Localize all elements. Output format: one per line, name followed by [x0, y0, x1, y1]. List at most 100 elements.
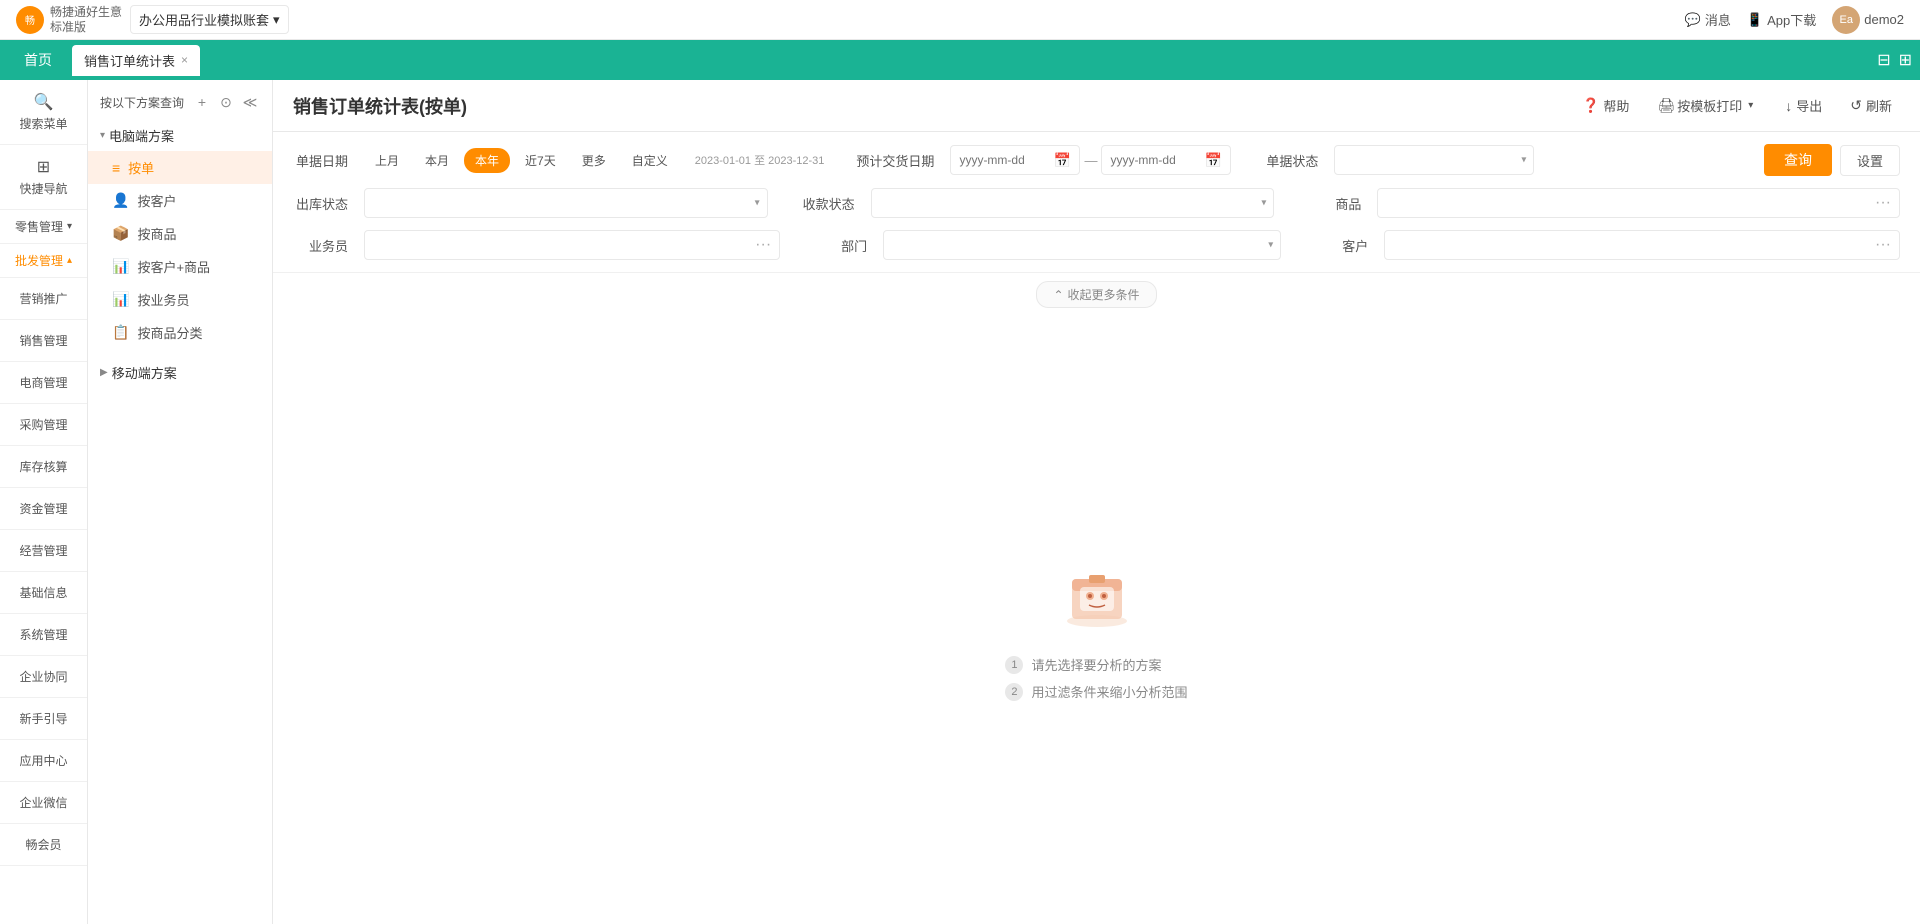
sidebar-item-wechat[interactable]: 企业微信	[0, 782, 87, 824]
tab-close-icon[interactable]: ×	[181, 53, 188, 67]
filter-row-3: 业务员 ··· 部门 ▾ 客户 ···	[293, 230, 1900, 260]
collapse-more-button[interactable]: ⌃ 收起更多条件	[1036, 281, 1156, 308]
sidebar-label-member: 畅会员	[25, 836, 61, 853]
date-btn-more[interactable]: 更多	[571, 148, 617, 173]
scheme-item-by-cust-prod[interactable]: 📊 按客户+商品	[88, 250, 272, 283]
refresh-button[interactable]: ↺ 刷新	[1842, 92, 1900, 119]
sidebar-item-inventory[interactable]: 库存核算	[0, 446, 87, 488]
calendar-start-icon[interactable]: 📅	[1053, 152, 1070, 169]
mobile-scheme-group: ▶ 移动端方案	[88, 353, 272, 392]
add-scheme-button[interactable]: +	[192, 92, 212, 112]
by-salesperson-icon: 📊	[112, 291, 129, 308]
filter-area: 单据日期 上月 本月 本年 近7天 更多 自定义 2023-01-01 至 20…	[273, 132, 1920, 272]
date-btn-this-year[interactable]: 本年	[464, 148, 510, 173]
tab-collapse-icon[interactable]: ⊟	[1877, 50, 1890, 70]
print-dropdown-arrow-icon[interactable]: ▾	[1744, 96, 1757, 115]
collapse-panel-button[interactable]: ≪	[240, 92, 260, 112]
print-button[interactable]: 🖨 按模板打印 ▾	[1649, 92, 1765, 119]
content-area: 按以下方案查询 + ⊙ ≪ ▾ 电脑端方案 ≡ 按单 👤	[88, 80, 1920, 924]
date-btn-custom[interactable]: 自定义	[621, 148, 679, 173]
print-icon: 🖨	[1657, 97, 1675, 114]
workspace-selector[interactable]: 办公用品行业模拟账套 ▾	[130, 5, 289, 34]
goods-ellipsis-button[interactable]: ···	[1875, 194, 1891, 212]
hint-text-1: 请先选择要分析的方案	[1031, 655, 1161, 674]
date-label: 单据日期	[293, 151, 348, 170]
pc-group-label: 电脑端方案	[109, 126, 174, 145]
scheme-item-by-category[interactable]: 📋 按商品分类	[88, 316, 272, 349]
export-button[interactable]: ↓ 导出	[1777, 92, 1830, 119]
tab-home[interactable]: 首页	[8, 44, 68, 76]
pc-scheme-group: ▾ 电脑端方案 ≡ 按单 👤 按客户 📦 按商品 📊 按客户+商品	[88, 116, 272, 353]
salesperson-ellipsis-button[interactable]: ···	[755, 236, 771, 254]
sidebar-item-purchase[interactable]: 采购管理	[0, 404, 87, 446]
expected-date-end-box[interactable]: 📅	[1101, 145, 1231, 175]
page-title: 销售订单统计表(按单)	[293, 93, 467, 119]
settings-button[interactable]: 设置	[1840, 145, 1900, 176]
date-btn-last-7-days[interactable]: 近7天	[514, 148, 567, 173]
scheme-label-by-product: 按商品	[137, 224, 176, 243]
customer-ellipsis-button[interactable]: ···	[1875, 236, 1891, 254]
svg-text:畅: 畅	[25, 14, 35, 27]
doc-status-select-wrapper: ▾	[1334, 145, 1534, 175]
sidebar-item-newuser[interactable]: 新手引导	[0, 698, 87, 740]
department-label: 部门	[812, 236, 867, 255]
expected-date-input: 📅 — 📅	[950, 145, 1231, 175]
top-bar-left: 畅 畅捷通好生意 标准版 办公用品行业模拟账套 ▾	[16, 5, 289, 34]
delivery-select[interactable]	[364, 188, 768, 218]
message-button[interactable]: 💬 消息	[1685, 10, 1731, 29]
goods-label: 商品	[1306, 194, 1361, 213]
sidebar-item-system[interactable]: 系统管理	[0, 614, 87, 656]
sidebar-item-operations[interactable]: 经营管理	[0, 530, 87, 572]
query-button[interactable]: 查询	[1764, 144, 1832, 176]
empty-hints: 1 请先选择要分析的方案 2 用过滤条件来缩小分析范围	[1005, 655, 1187, 701]
department-select-wrapper: ▾	[883, 230, 1281, 260]
app-download-button[interactable]: 📱 App下载	[1747, 10, 1816, 29]
tab-sales-order-stats[interactable]: 销售订单统计表 ×	[72, 45, 200, 76]
department-select[interactable]	[883, 230, 1281, 260]
main-layout: 🔍 搜索菜单 ⊞ 快捷导航 零售管理 ▾ 批发管理 ▴ 营销推广 销售管理 电商…	[0, 80, 1920, 924]
sidebar-item-enterprise[interactable]: 企业协同	[0, 656, 87, 698]
date-btn-last-month[interactable]: 上月	[364, 148, 410, 173]
sidebar-item-retail[interactable]: 零售管理 ▾	[0, 210, 87, 244]
expected-date-end-input[interactable]	[1110, 153, 1200, 167]
sidebar-label-newuser: 新手引导	[19, 710, 67, 727]
mobile-group-header[interactable]: ▶ 移动端方案	[88, 357, 272, 388]
payment-select[interactable]	[871, 188, 1275, 218]
tab-bar: 首页 销售订单统计表 × ⊟ ⊞	[0, 40, 1920, 80]
doc-status-select[interactable]	[1334, 145, 1534, 175]
date-separator: —	[1084, 153, 1097, 168]
scheme-item-by-customer[interactable]: 👤 按客户	[88, 184, 272, 217]
tab-expand-icon[interactable]: ⊞	[1899, 50, 1912, 70]
sidebar-item-basic[interactable]: 基础信息	[0, 572, 87, 614]
help-button[interactable]: ❓ 帮助	[1574, 92, 1637, 119]
pc-group-header[interactable]: ▾ 电脑端方案	[88, 120, 272, 151]
sidebar-item-appcenter[interactable]: 应用中心	[0, 740, 87, 782]
page-header: 销售订单统计表(按单) ❓ 帮助 🖨 按模板打印 ▾ ↓	[273, 80, 1920, 132]
sidebar-item-finance[interactable]: 资金管理	[0, 488, 87, 530]
scheme-item-by-order[interactable]: ≡ 按单	[88, 151, 272, 184]
mobile-group-arrow-icon: ▶	[100, 367, 108, 378]
sidebar-item-search[interactable]: 🔍 搜索菜单	[0, 80, 87, 145]
calendar-end-icon[interactable]: 📅	[1204, 152, 1221, 169]
sidebar-label-enterprise: 企业协同	[19, 668, 67, 685]
sidebar-item-ecommerce[interactable]: 电商管理	[0, 362, 87, 404]
user-profile-button[interactable]: Ea demo2	[1832, 6, 1904, 34]
sidebar-item-wholesale[interactable]: 批发管理 ▴	[0, 244, 87, 278]
empty-area: 1 请先选择要分析的方案 2 用过滤条件来缩小分析范围	[273, 316, 1920, 924]
sidebar-item-member[interactable]: 畅会员	[0, 824, 87, 866]
hint-num-1: 1	[1005, 656, 1023, 674]
settings-scheme-button[interactable]: ⊙	[216, 92, 236, 112]
sidebar-item-shortcut[interactable]: ⊞ 快捷导航	[0, 145, 87, 210]
page-title-row: 销售订单统计表(按单) ❓ 帮助 🖨 按模板打印 ▾ ↓	[293, 92, 1900, 119]
date-btn-this-month[interactable]: 本月	[414, 148, 460, 173]
expected-date-start-input[interactable]	[959, 153, 1049, 167]
sidebar-label-marketing: 营销推广	[19, 290, 67, 307]
sidebar-item-marketing[interactable]: 营销推广	[0, 278, 87, 320]
scheme-item-by-salesperson[interactable]: 📊 按业务员	[88, 283, 272, 316]
expected-date-start-box[interactable]: 📅	[950, 145, 1080, 175]
sidebar-label-ecommerce: 电商管理	[19, 374, 67, 391]
message-icon: 💬	[1685, 12, 1701, 28]
scheme-item-by-product[interactable]: 📦 按商品	[88, 217, 272, 250]
sidebar-item-sales[interactable]: 销售管理	[0, 320, 87, 362]
sidebar-label-shortcut: 快捷导航	[19, 180, 67, 197]
